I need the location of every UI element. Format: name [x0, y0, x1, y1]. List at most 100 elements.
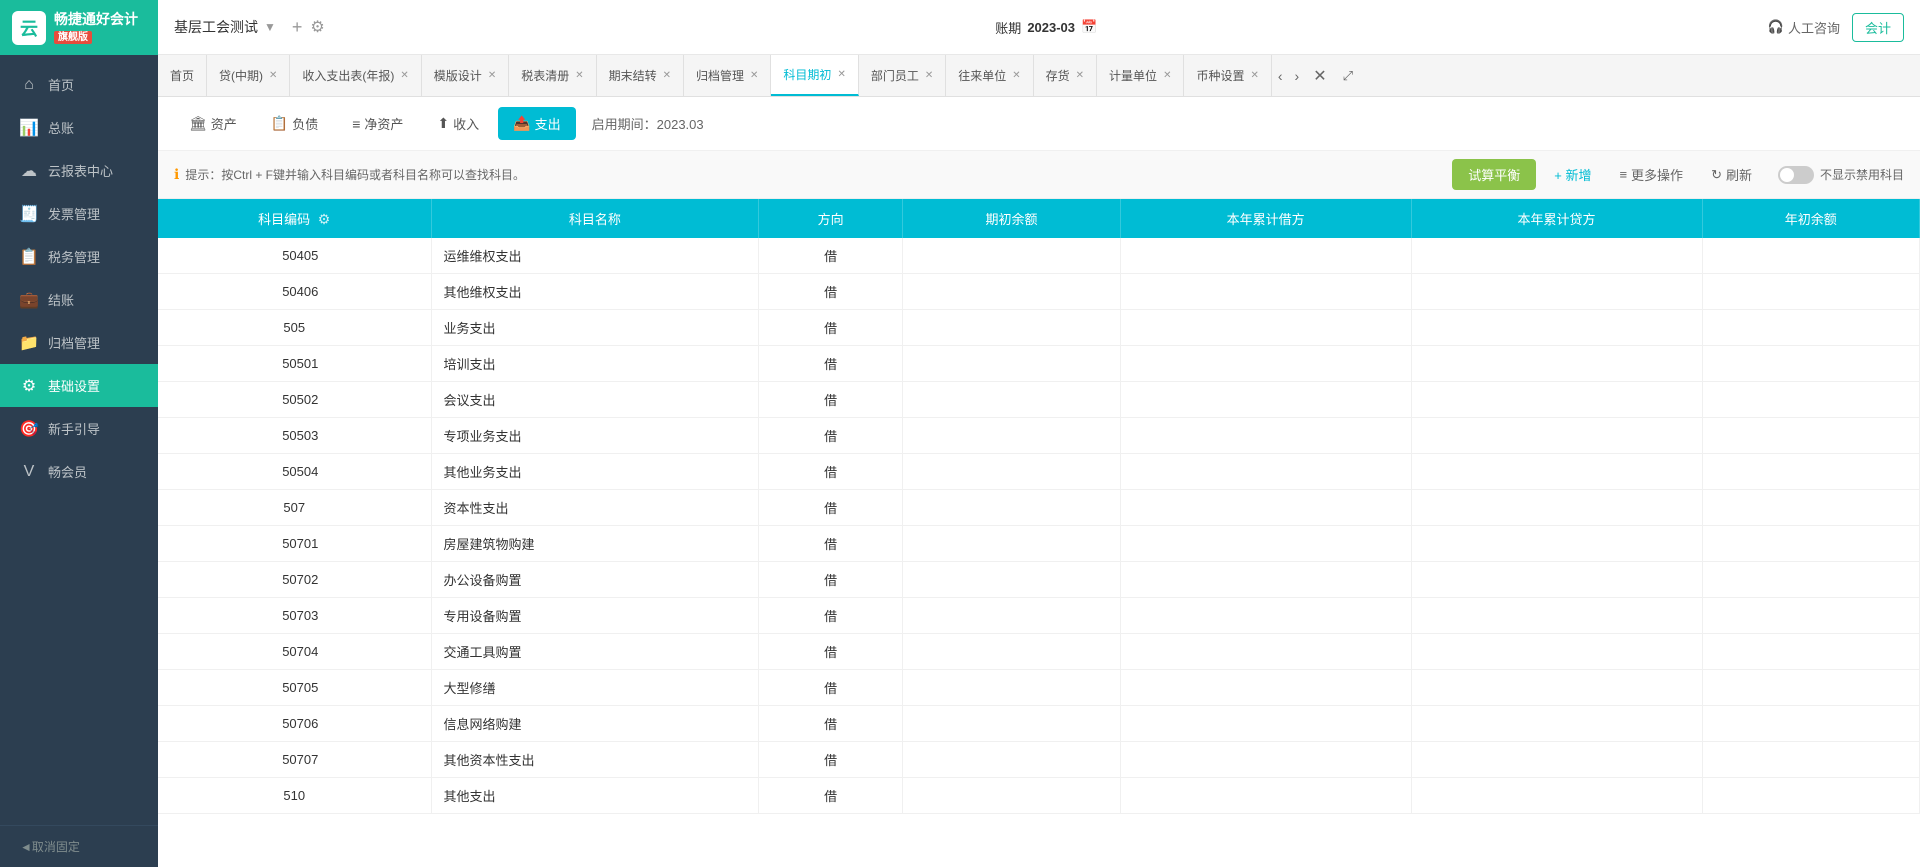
- sidebar-item-基础设置[interactable]: ⚙基础设置: [0, 364, 158, 407]
- cell-year-start: [1702, 490, 1920, 526]
- tab-贷(中期)[interactable]: 贷(中期)✕: [207, 55, 290, 96]
- sidebar-item-税务管理[interactable]: 📋税务管理: [0, 235, 158, 278]
- tab-计量单位[interactable]: 计量单位✕: [1097, 55, 1184, 96]
- tab-next-btn[interactable]: ›: [1289, 55, 1306, 96]
- sidebar-footer[interactable]: ◄取消固定: [0, 825, 158, 867]
- topbar-right: 🎧 人工咨询 会计: [1768, 13, 1904, 42]
- cell-direction: 借: [759, 742, 903, 778]
- cell-name: 培训支出: [431, 346, 759, 382]
- cell-direction: 借: [759, 346, 903, 382]
- table-row[interactable]: 50706 信息网络购建 借: [158, 706, 1920, 742]
- cell-ytd-debit: [1120, 238, 1411, 274]
- subtab-支出[interactable]: 📤支出: [498, 107, 575, 140]
- tab-模版设计[interactable]: 模版设计✕: [422, 55, 509, 96]
- sidebar-item-云报表中心[interactable]: ☁云报表中心: [0, 149, 158, 192]
- sidebar-item-发票管理[interactable]: 🧾发票管理: [0, 192, 158, 235]
- tab-往来单位[interactable]: 往来单位✕: [946, 55, 1033, 96]
- cell-direction: 借: [759, 310, 903, 346]
- nav-icon-7: ⚙: [20, 377, 38, 395]
- tab-close-icon[interactable]: ✕: [1012, 70, 1020, 81]
- tab-close-icon[interactable]: ✕: [663, 70, 671, 81]
- cell-ytd-debit: [1120, 490, 1411, 526]
- sidebar-item-总账[interactable]: 📊总账: [0, 106, 158, 149]
- sidebar-item-新手引导[interactable]: 🎯新手引导: [0, 407, 158, 450]
- cell-direction: 借: [759, 454, 903, 490]
- tab-close-icon[interactable]: ✕: [269, 70, 277, 81]
- tab-close-all-btn[interactable]: ✕: [1305, 55, 1334, 96]
- cell-code: 50707: [158, 742, 431, 778]
- tab-币种设置[interactable]: 币种设置✕: [1184, 55, 1271, 96]
- tab-科目期初[interactable]: 科目期初✕: [771, 55, 858, 96]
- topbar: 基层工会测试 ▼ + ⚙ 账期 2023-03 📅 🎧 人工咨询 会计: [158, 0, 1920, 55]
- tab-close-icon[interactable]: ✕: [750, 70, 758, 81]
- table-row[interactable]: 507 资本性支出 借: [158, 490, 1920, 526]
- disabled-toggle[interactable]: [1778, 166, 1814, 184]
- table-row[interactable]: 510 其他支出 借: [158, 778, 1920, 814]
- cell-year-start: [1702, 742, 1920, 778]
- logo-icon: 云: [12, 11, 46, 45]
- tab-expand-btn[interactable]: ⤢: [1335, 55, 1361, 96]
- tab-税表清册[interactable]: 税表清册✕: [509, 55, 596, 96]
- sidebar-item-首页[interactable]: ⌂首页: [0, 63, 158, 106]
- subtab-收入[interactable]: ⬆收入: [422, 107, 494, 140]
- sidebar-item-结账[interactable]: 💼结账: [0, 278, 158, 321]
- cell-year-start: [1702, 382, 1920, 418]
- tab-close-icon[interactable]: ✕: [1163, 70, 1171, 81]
- cell-ytd-credit: [1411, 778, 1702, 814]
- cell-name: 房屋建筑物购建: [431, 526, 759, 562]
- table-row[interactable]: 50702 办公设备购置 借: [158, 562, 1920, 598]
- cell-ytd-credit: [1411, 346, 1702, 382]
- tab-close-icon[interactable]: ✕: [1250, 70, 1258, 81]
- table-row[interactable]: 50502 会议支出 借: [158, 382, 1920, 418]
- table-row[interactable]: 505 业务支出 借: [158, 310, 1920, 346]
- col-header-5: 本年累计贷方: [1411, 199, 1702, 238]
- tab-归档管理[interactable]: 归档管理✕: [684, 55, 771, 96]
- cell-name: 办公设备购置: [431, 562, 759, 598]
- tab-close-icon[interactable]: ✕: [400, 70, 408, 81]
- tab-收入支出表(年报)[interactable]: 收入支出表(年报)✕: [290, 55, 421, 96]
- tab-存货[interactable]: 存货✕: [1034, 55, 1097, 96]
- tab-close-icon[interactable]: ✕: [488, 70, 496, 81]
- tab-close-icon[interactable]: ✕: [837, 69, 845, 80]
- cell-ytd-debit: [1120, 526, 1411, 562]
- table-row[interactable]: 50406 其他维权支出 借: [158, 274, 1920, 310]
- subtab-资产[interactable]: 🏛资产: [174, 107, 252, 140]
- subtab-icon: 📋: [271, 115, 288, 132]
- nav-icon-5: 💼: [20, 291, 38, 309]
- tab-prev-btn[interactable]: ‹: [1272, 55, 1289, 96]
- subtab-净资产[interactable]: ≡净资产: [337, 107, 418, 140]
- tab-期末结转[interactable]: 期末结转✕: [597, 55, 684, 96]
- table-row[interactable]: 50704 交通工具购置 借: [158, 634, 1920, 670]
- cell-code: 50503: [158, 418, 431, 454]
- cell-name: 其他维权支出: [431, 274, 759, 310]
- more-actions-btn[interactable]: ≡ 更多操作: [1609, 159, 1693, 190]
- add-tab-btn[interactable]: +: [292, 17, 303, 38]
- table-row[interactable]: 50701 房屋建筑物购建 借: [158, 526, 1920, 562]
- cell-ytd-credit: [1411, 562, 1702, 598]
- tab-close-icon[interactable]: ✕: [925, 70, 933, 81]
- sidebar-item-归档管理[interactable]: 📁归档管理: [0, 321, 158, 364]
- add-btn[interactable]: + 新增: [1544, 159, 1601, 190]
- column-settings-icon[interactable]: ⚙: [318, 211, 331, 227]
- sidebar-item-畅会员[interactable]: V畅会员: [0, 450, 158, 493]
- settings-icon[interactable]: ⚙: [310, 17, 324, 37]
- dropdown-icon[interactable]: ▼: [264, 20, 276, 34]
- table-row[interactable]: 50503 专项业务支出 借: [158, 418, 1920, 454]
- refresh-btn[interactable]: ↻ 刷新: [1701, 159, 1762, 190]
- table-row[interactable]: 50707 其他资本性支出 借: [158, 742, 1920, 778]
- account-button[interactable]: 会计: [1852, 13, 1904, 42]
- help-button[interactable]: 🎧 人工咨询: [1768, 18, 1840, 37]
- table-row[interactable]: 50405 运维维权支出 借: [158, 238, 1920, 274]
- tab-close-icon[interactable]: ✕: [575, 70, 583, 81]
- tab-close-icon[interactable]: ✕: [1076, 70, 1084, 81]
- table-row[interactable]: 50504 其他业务支出 借: [158, 454, 1920, 490]
- table-row[interactable]: 50501 培训支出 借: [158, 346, 1920, 382]
- balance-btn[interactable]: 试算平衡: [1452, 159, 1536, 190]
- subtab-负债[interactable]: 📋负债: [256, 107, 333, 140]
- calendar-icon[interactable]: 📅: [1081, 19, 1097, 35]
- tab-首页[interactable]: 首页: [158, 55, 207, 96]
- tab-部门员工[interactable]: 部门员工✕: [859, 55, 946, 96]
- cell-code: 50504: [158, 454, 431, 490]
- table-row[interactable]: 50705 大型修缮 借: [158, 670, 1920, 706]
- table-row[interactable]: 50703 专用设备购置 借: [158, 598, 1920, 634]
